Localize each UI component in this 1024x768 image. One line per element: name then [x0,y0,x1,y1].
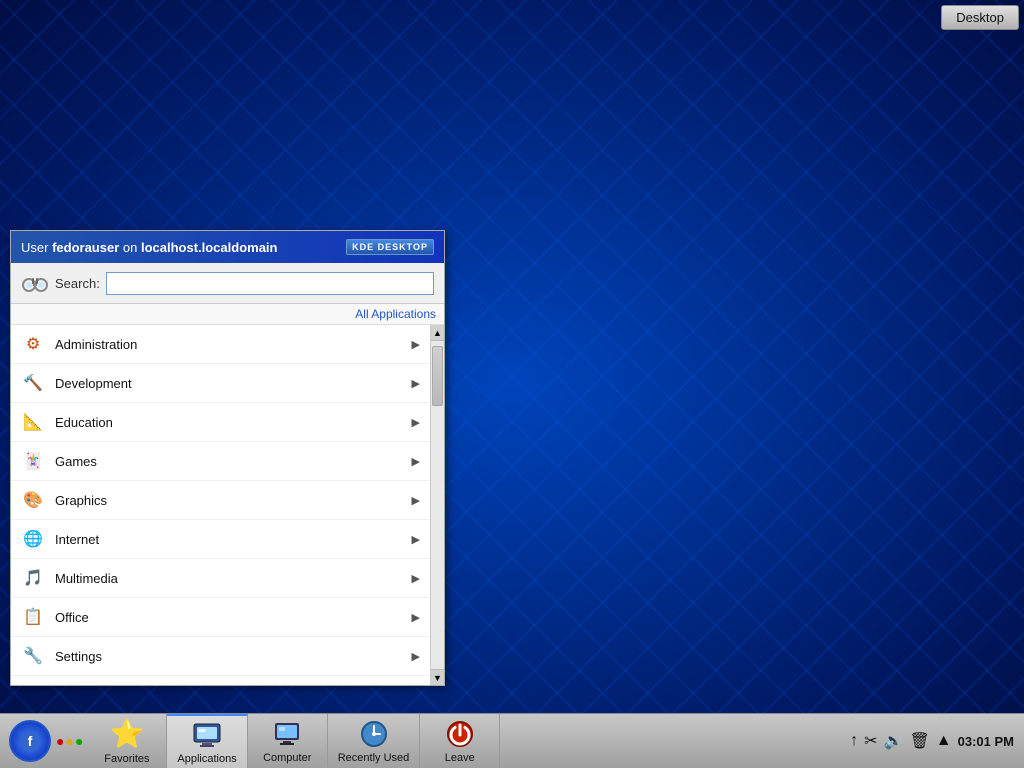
scrollbar-track [431,341,444,669]
category-label-internet: Internet [55,532,412,547]
category-arrow-development: ▶ [412,377,420,390]
taskbar-label-applications: Applications [177,753,236,765]
category-icon-multimedia: 🎵 [21,566,45,590]
category-arrow-administration: ▶ [412,338,420,351]
tray-scissors-icon: ✂ [864,731,877,751]
dot-yellow: ● [65,733,73,749]
category-item-development[interactable]: 🔨 Development ▶ [11,364,430,403]
taskbar-label-favorites: Favorites [104,753,149,765]
search-icon [21,269,49,297]
scrollbar-down-button[interactable]: ▼ [431,669,444,685]
menu-header-text: User fedorauser on localhost.localdomain [21,240,277,255]
category-arrow-office: ▶ [412,611,420,624]
desktop-background: Desktop User fedorauser on localhost.loc… [0,0,1024,768]
app-menu-panel: User fedorauser on localhost.localdomain… [10,230,445,686]
menu-content: ⚙ Administration ▶ 🔨 Development ▶ 📐 Edu… [11,325,444,685]
system-clock: 03:01 PM [958,734,1014,749]
category-icon-administration: ⚙ [21,332,45,356]
dot-red: ● [56,733,64,749]
category-label-graphics: Graphics [55,493,412,508]
all-applications-link[interactable]: All Applications [11,304,444,325]
taskbar-label-computer: Computer [263,752,311,764]
header-on: on [119,240,141,255]
category-icon-education: 📐 [21,410,45,434]
category-item-graphics[interactable]: 🎨 Graphics ▶ [11,481,430,520]
category-icon-development: 🔨 [21,371,45,395]
category-item-internet[interactable]: 🌐 Internet ▶ [11,520,430,559]
desktop-button[interactable]: Desktop [941,5,1019,30]
favorites-icon: ⭐ [111,718,143,750]
fedora-menu-button[interactable]: f [9,720,51,762]
header-hostname: localhost.localdomain [141,240,278,255]
category-arrow-multimedia: ▶ [412,572,420,585]
power-icon [444,718,476,749]
category-arrow-settings: ▶ [412,650,420,663]
clock-icon [358,718,390,749]
category-item-office[interactable]: 📋 Office ▶ [11,598,430,637]
menu-search-bar: Search: [11,263,444,304]
category-item-education[interactable]: 📐 Education ▶ [11,403,430,442]
category-arrow-graphics: ▶ [412,494,420,507]
scrollbar-thumb[interactable] [432,346,443,406]
category-arrow-games: ▶ [412,455,420,468]
category-icon-internet: 🌐 [21,527,45,551]
category-label-development: Development [55,376,412,391]
tray-arrow-icon: ↑ [850,732,858,750]
scrollbar-up-button[interactable]: ▲ [431,325,444,341]
header-prefix: User [21,240,52,255]
tray-trash-icon: 🗑 [909,731,929,751]
category-label-administration: Administration [55,337,412,352]
taskbar-item-applications[interactable]: Applications [167,714,247,768]
kde-logo: KDE DESKTOP [346,239,434,255]
search-input[interactable] [106,272,434,295]
category-icon-graphics: 🎨 [21,488,45,512]
categories-list: ⚙ Administration ▶ 🔨 Development ▶ 📐 Edu… [11,325,430,685]
taskbar-item-leave[interactable]: Leave [420,714,500,768]
category-label-settings: Settings [55,649,412,664]
category-item-multimedia[interactable]: 🎵 Multimedia ▶ [11,559,430,598]
category-icon-settings: 🔧 [21,644,45,668]
category-label-education: Education [55,415,412,430]
taskbar-label-recently-used: Recently Used [338,752,410,764]
category-arrow-education: ▶ [412,416,420,429]
tray-expand-icon: ▲ [936,732,952,750]
category-label-games: Games [55,454,412,469]
category-label-office: Office [55,610,412,625]
category-icon-games: 🃏 [21,449,45,473]
tray-volume-icon: 🔊 [884,731,904,751]
category-arrow-internet: ▶ [412,533,420,546]
category-item-games[interactable]: 🃏 Games ▶ [11,442,430,481]
svg-text:f: f [28,733,33,749]
computer-icon [271,718,303,749]
header-username: fedorauser [52,240,119,255]
taskbar-label-leave: Leave [445,752,475,764]
category-item-administration[interactable]: ⚙ Administration ▶ [11,325,430,364]
search-label: Search: [55,276,100,291]
system-bar-left: f ● ● ● [0,714,87,768]
taskbar: f ● ● ● ⭐ Favorites Applications [0,713,1024,768]
menu-header: User fedorauser on localhost.localdomain… [11,231,444,263]
taskbar-items: ⭐ Favorites Applications [87,714,500,768]
dot-green: ● [75,733,83,749]
applications-icon [191,720,223,750]
category-item-settings[interactable]: 🔧 Settings ▶ [11,637,430,676]
category-icon-office: 📋 [21,605,45,629]
taskbar-item-computer[interactable]: Computer [248,714,328,768]
taskbar-item-recently-used[interactable]: Recently Used [328,714,421,768]
category-label-multimedia: Multimedia [55,571,412,586]
system-tray: ↑ ✂ 🔊 🗑 ▲ 03:01 PM [840,714,1024,768]
taskbar-item-favorites[interactable]: ⭐ Favorites [87,714,167,768]
scrollbar[interactable]: ▲ ▼ [430,325,444,685]
